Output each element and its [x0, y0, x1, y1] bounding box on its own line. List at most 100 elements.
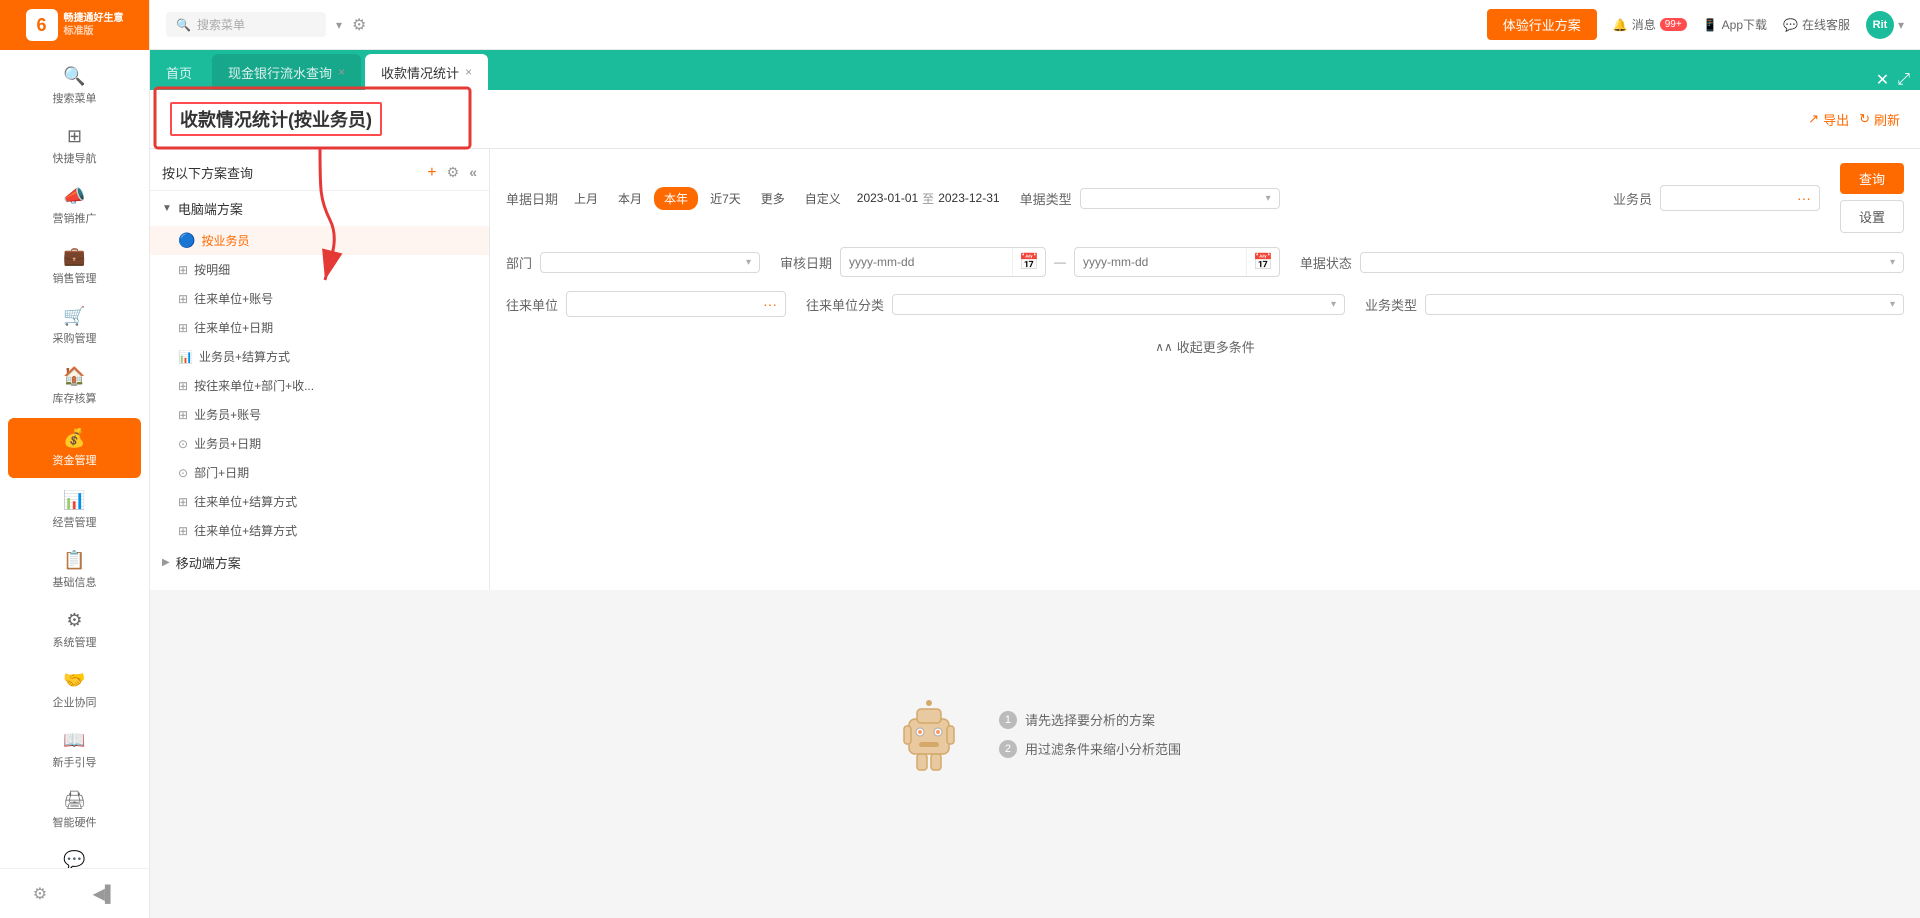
partner-label: 往来单位 [506, 295, 558, 314]
scheme-item-salesperson-account[interactable]: ⊞ 业务员+账号 [150, 400, 489, 429]
avatar: Rit [1866, 11, 1894, 39]
scheme-item-icon-pd: ⊞ [178, 321, 188, 335]
trial-btn[interactable]: 体验行业方案 [1487, 9, 1597, 40]
settings-bottom-icon[interactable]: ⚙ [33, 884, 47, 904]
shortcut-this-month[interactable]: 本月 [610, 187, 650, 210]
notification-btn[interactable]: 🔔 消息 99+ [1613, 16, 1687, 33]
setting-btn[interactable]: 设置 [1840, 200, 1904, 233]
tabs-actions: ✕ ⤢ [1876, 70, 1920, 90]
shortcut-last-month[interactable]: 上月 [566, 187, 606, 210]
sidebar-item-collab[interactable]: 🤝 企业协同 [0, 660, 149, 720]
sidebar-item-newbie[interactable]: 📖 新手引导 [0, 720, 149, 780]
logo-icon: 6 [26, 9, 58, 41]
scheme-item-partner-account[interactable]: ⊞ 往来单位+账号 [150, 284, 489, 313]
scheme-item-salesperson-date[interactable]: ⊙ 业务员+日期 [150, 429, 489, 458]
cashflow-tab-close[interactable]: × [338, 65, 345, 79]
business-type-select[interactable]: ▾ [1425, 294, 1904, 315]
menu-search-box[interactable]: 🔍 搜索菜单 [166, 12, 326, 37]
scheme-collapse-btn[interactable]: « [469, 164, 477, 182]
online-service-label: 在线客服 [1802, 16, 1850, 33]
filter-voucher-status: 单据状态 ▾ [1300, 252, 1904, 273]
scheme-item-label-ss: 业务员+结算方式 [199, 348, 290, 365]
tip-item-2: 2 用过滤条件来缩小分析范围 [999, 739, 1181, 758]
scheme-item-partner-dept[interactable]: ⊞ 按往来单位+部门+收... [150, 371, 489, 400]
partner-select[interactable]: ··· [566, 291, 786, 317]
collapse-sidebar-icon[interactable]: ◀‍▌ [93, 884, 117, 904]
review-date-cal-to[interactable]: 📅 [1246, 248, 1279, 276]
app-download-btn[interactable]: 📱 App下载 [1703, 16, 1767, 33]
review-date-from-input[interactable] [841, 251, 1012, 273]
review-date-to[interactable]: 📅 [1074, 247, 1280, 277]
shortcut-this-year[interactable]: 本年 [654, 187, 698, 210]
review-date-from[interactable]: 📅 [840, 247, 1046, 277]
scheme-item-icon-pa: ⊞ [178, 292, 188, 306]
user-avatar-area[interactable]: Rit ▾ [1866, 11, 1904, 39]
export-label: 导出 [1823, 110, 1849, 129]
sidebar-item-hardware[interactable]: 🖨 智能硬件 [0, 780, 149, 840]
partner-category-select[interactable]: ▾ [892, 294, 1345, 315]
robot-illustration [889, 689, 969, 779]
shortcut-more[interactable]: 更多 [753, 187, 793, 210]
filter-dept: 部门 ▾ [506, 252, 760, 273]
partner-more-btn[interactable]: ··· [763, 296, 777, 312]
scheme-item-partner-settle2[interactable]: ⊞ 往来单位+结算方式 [150, 516, 489, 545]
export-btn[interactable]: ↗ 导出 [1808, 110, 1849, 129]
query-btn[interactable]: 查询 [1840, 163, 1904, 194]
scheme-item-detail[interactable]: ⊞ 按明细 [150, 255, 489, 284]
review-date-cal-from[interactable]: 📅 [1012, 248, 1045, 276]
refresh-btn[interactable]: ↻ 刷新 [1859, 110, 1900, 129]
date-label: 单据日期 [506, 189, 558, 208]
scheme-add-btn[interactable]: + [427, 164, 436, 182]
sidebar-item-marketing[interactable]: 📣 营销推广 [0, 176, 149, 236]
salesperson-select[interactable]: ··· [1660, 185, 1820, 211]
review-date-to-input[interactable] [1075, 251, 1246, 273]
scheme-panel: 按以下方案查询 + ⚙ « ▼ 电脑端方案 🔵 [150, 149, 490, 590]
scheme-item-icon-pdc: ⊞ [178, 379, 188, 393]
sidebar-item-finance[interactable]: 💰 资金管理 [8, 418, 141, 478]
scheme-item-salesperson-settle[interactable]: 📊 业务员+结算方式 [150, 342, 489, 371]
tab-cashflow[interactable]: 现金银行流水查询 × [212, 54, 361, 90]
scheme-item-partner-date[interactable]: ⊞ 往来单位+日期 [150, 313, 489, 342]
basic-icon: 📋 [63, 550, 85, 571]
scheme-panel-title: 按以下方案查询 [162, 163, 253, 182]
voucher-status-select[interactable]: ▾ [1360, 252, 1904, 273]
salesperson-more-btn[interactable]: ··· [1797, 190, 1811, 206]
scheme-setting-btn[interactable]: ⚙ [447, 164, 460, 182]
scheme-item-icon-ss: 📊 [178, 350, 193, 364]
scheme-item-label-pdc: 按往来单位+部门+收... [194, 377, 314, 394]
review-date-sep: — [1054, 255, 1066, 269]
shortcut-custom[interactable]: 自定义 [797, 187, 849, 210]
dept-select[interactable]: ▾ [540, 252, 760, 273]
filter-business-type: 业务类型 ▾ [1365, 294, 1904, 315]
sidebar-item-inventory[interactable]: 🏠 库存核算 [0, 356, 149, 416]
sidebar-item-label: 经营管理 [53, 514, 97, 530]
scheme-mobile-group-header[interactable]: ▶ 移动端方案 [150, 545, 489, 580]
sidebar-item-system[interactable]: ⚙ 系统管理 [0, 600, 149, 660]
collapse-btn[interactable]: ∧∧ 收起更多条件 [506, 331, 1904, 362]
sidebar-item-wechat[interactable]: 💬 企业微信 [0, 840, 149, 868]
sidebar-item-quicknav[interactable]: ⊞ 快捷导航 [0, 116, 149, 176]
online-service-btn[interactable]: 💬 在线客服 [1783, 16, 1850, 33]
sidebar-item-operation[interactable]: 📊 经营管理 [0, 480, 149, 540]
scheme-item-salesperson[interactable]: 🔵 按业务员 [150, 226, 489, 255]
sidebar-item-sales[interactable]: 💼 销售管理 [0, 236, 149, 296]
voucher-type-label: 单据类型 [1020, 189, 1072, 208]
shortcut-7days[interactable]: 近7天 [702, 187, 749, 210]
tab-receipt-stat[interactable]: 收款情况统计 × [365, 54, 488, 90]
tab-home[interactable]: 首页 [150, 54, 208, 90]
dept-label: 部门 [506, 253, 532, 272]
search-dropdown-arrow[interactable]: ▾ [336, 18, 342, 32]
close-window-btn[interactable]: ✕ [1876, 70, 1889, 90]
settings-icon[interactable]: ⚙ [352, 15, 366, 35]
sidebar-item-purchase[interactable]: 🛒 采购管理 [0, 296, 149, 356]
receipt-stat-tab-close[interactable]: × [465, 65, 472, 79]
scheme-pc-group-header[interactable]: ▼ 电脑端方案 [150, 191, 489, 226]
voucher-type-select[interactable]: ▾ [1080, 188, 1280, 209]
partner-category-arrow: ▾ [1331, 299, 1336, 310]
sidebar-item-basic[interactable]: 📋 基础信息 [0, 540, 149, 600]
maximize-window-btn[interactable]: ⤢ [1897, 71, 1910, 89]
cashflow-tab-label: 现金银行流水查询 [228, 63, 332, 82]
sidebar-item-search[interactable]: 🔍 搜索菜单 [0, 56, 149, 116]
scheme-item-dept-date[interactable]: ⊙ 部门+日期 [150, 458, 489, 487]
scheme-item-partner-settle1[interactable]: ⊞ 往来单位+结算方式 [150, 487, 489, 516]
